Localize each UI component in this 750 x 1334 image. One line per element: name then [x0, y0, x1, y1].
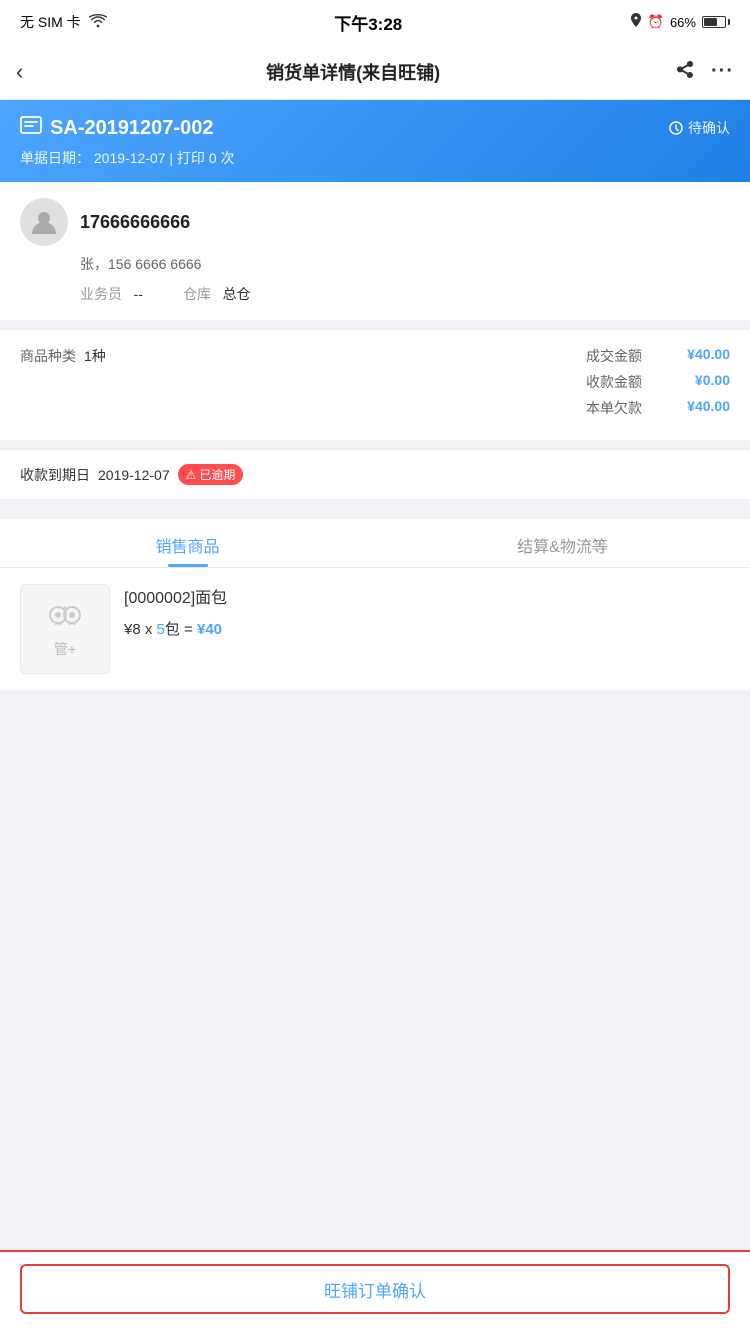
- status-bar: 无 SIM 卡 下午3:28 ⏰ 66%: [0, 0, 750, 44]
- tab-sales-products[interactable]: 销售商品: [0, 519, 375, 567]
- status-right: ⏰ 66%: [630, 13, 730, 32]
- customer-meta: 业务员 -- 仓库 总仓: [20, 284, 730, 304]
- bottom-area: [0, 690, 750, 890]
- order-status: 待确认: [669, 118, 730, 138]
- due-date-value: 2019-12-07: [98, 467, 170, 483]
- transaction-amount: 成交金额 ¥40.00: [375, 346, 730, 366]
- product-info: [0000002]面包 ¥8 x 5包 = ¥40: [124, 584, 730, 639]
- product-total: ¥40: [197, 621, 222, 638]
- avatar: [20, 198, 68, 246]
- status-time: 下午3:28: [334, 10, 402, 35]
- page-title: 销货单详情(来自旺铺): [266, 59, 440, 85]
- battery-icon: [702, 16, 730, 28]
- nav-right-actions: ···: [675, 59, 734, 85]
- owed-amount: 本单欠款 ¥40.00: [375, 398, 730, 418]
- equals-sign: =: [180, 621, 197, 638]
- nav-bar: ‹ 销货单详情(来自旺铺) ···: [0, 44, 750, 100]
- location-icon: [630, 13, 642, 32]
- customer-phone[interactable]: 17666666666: [80, 212, 190, 233]
- due-date-label: 收款到期日: [20, 465, 90, 485]
- summary-right: 成交金额 ¥40.00 收款金额 ¥0.00 本单欠款 ¥40.00: [375, 346, 730, 424]
- plus-label: 管+: [54, 639, 76, 659]
- alarm-icon: ⏰: [648, 14, 664, 30]
- summary-section: 商品种类 1种 成交金额 ¥40.00 收款金额 ¥0.00 本单欠款 ¥40.…: [0, 330, 750, 440]
- confirm-order-button[interactable]: 旺铺订单确认: [20, 1264, 730, 1314]
- order-id: SA-20191207-002: [20, 116, 213, 140]
- status-left: 无 SIM 卡: [20, 12, 107, 32]
- tabs-bar: 销售商品 结算&物流等: [0, 519, 750, 568]
- confirm-button-wrapper: 旺铺订单确认: [0, 1250, 750, 1334]
- product-item: 管+ [0000002]面包 ¥8 x 5包 = ¥40: [20, 584, 730, 674]
- overdue-badge: ⚠ 已逾期: [178, 464, 244, 485]
- tab-settlement-logistics[interactable]: 结算&物流等: [375, 519, 750, 567]
- salesperson-field: 业务员 --: [80, 284, 143, 304]
- product-unit: 包: [165, 621, 180, 638]
- product-type-field: 商品种类 1种: [20, 346, 375, 366]
- order-date-line: 单据日期： 2019-12-07 | 打印 0 次: [20, 148, 730, 168]
- divider-3: [0, 499, 750, 509]
- product-thumbnail: 管+: [20, 584, 110, 674]
- order-icon: [20, 116, 42, 140]
- tabs-section: 销售商品 结算&物流等: [0, 519, 750, 690]
- divider-2: [0, 440, 750, 450]
- price-base: ¥8 x: [124, 621, 157, 638]
- more-button[interactable]: ···: [711, 60, 734, 83]
- due-section: 收款到期日 2019-12-07 ⚠ 已逾期: [0, 450, 750, 499]
- overdue-text: 已逾期: [199, 466, 235, 483]
- product-section: 管+ [0000002]面包 ¥8 x 5包 = ¥40: [0, 568, 750, 690]
- share-button[interactable]: [675, 59, 695, 85]
- overdue-icon: ⚠: [186, 468, 197, 482]
- received-amount: 收款金额 ¥0.00: [375, 372, 730, 392]
- product-name: [0000002]面包: [124, 584, 730, 608]
- product-qty: 5: [157, 621, 165, 638]
- order-header: SA-20191207-002 待确认 单据日期： 2019-12-07 | 打…: [0, 100, 750, 182]
- battery-percent: 66%: [670, 15, 696, 30]
- carrier-text: 无 SIM 卡: [20, 12, 81, 32]
- warehouse-field: 仓库 总仓: [183, 284, 251, 304]
- summary-left: 商品种类 1种: [20, 346, 375, 370]
- logo-icon: [45, 600, 85, 637]
- product-price-line: ¥8 x 5包 = ¥40: [124, 618, 730, 639]
- divider-1: [0, 320, 750, 330]
- customer-section: 17666666666 张，156 6666 6666 业务员 -- 仓库 总仓: [0, 182, 750, 320]
- customer-contact: 张，156 6666 6666: [20, 254, 730, 274]
- wifi-icon: [89, 14, 107, 31]
- back-button[interactable]: ‹: [8, 51, 31, 93]
